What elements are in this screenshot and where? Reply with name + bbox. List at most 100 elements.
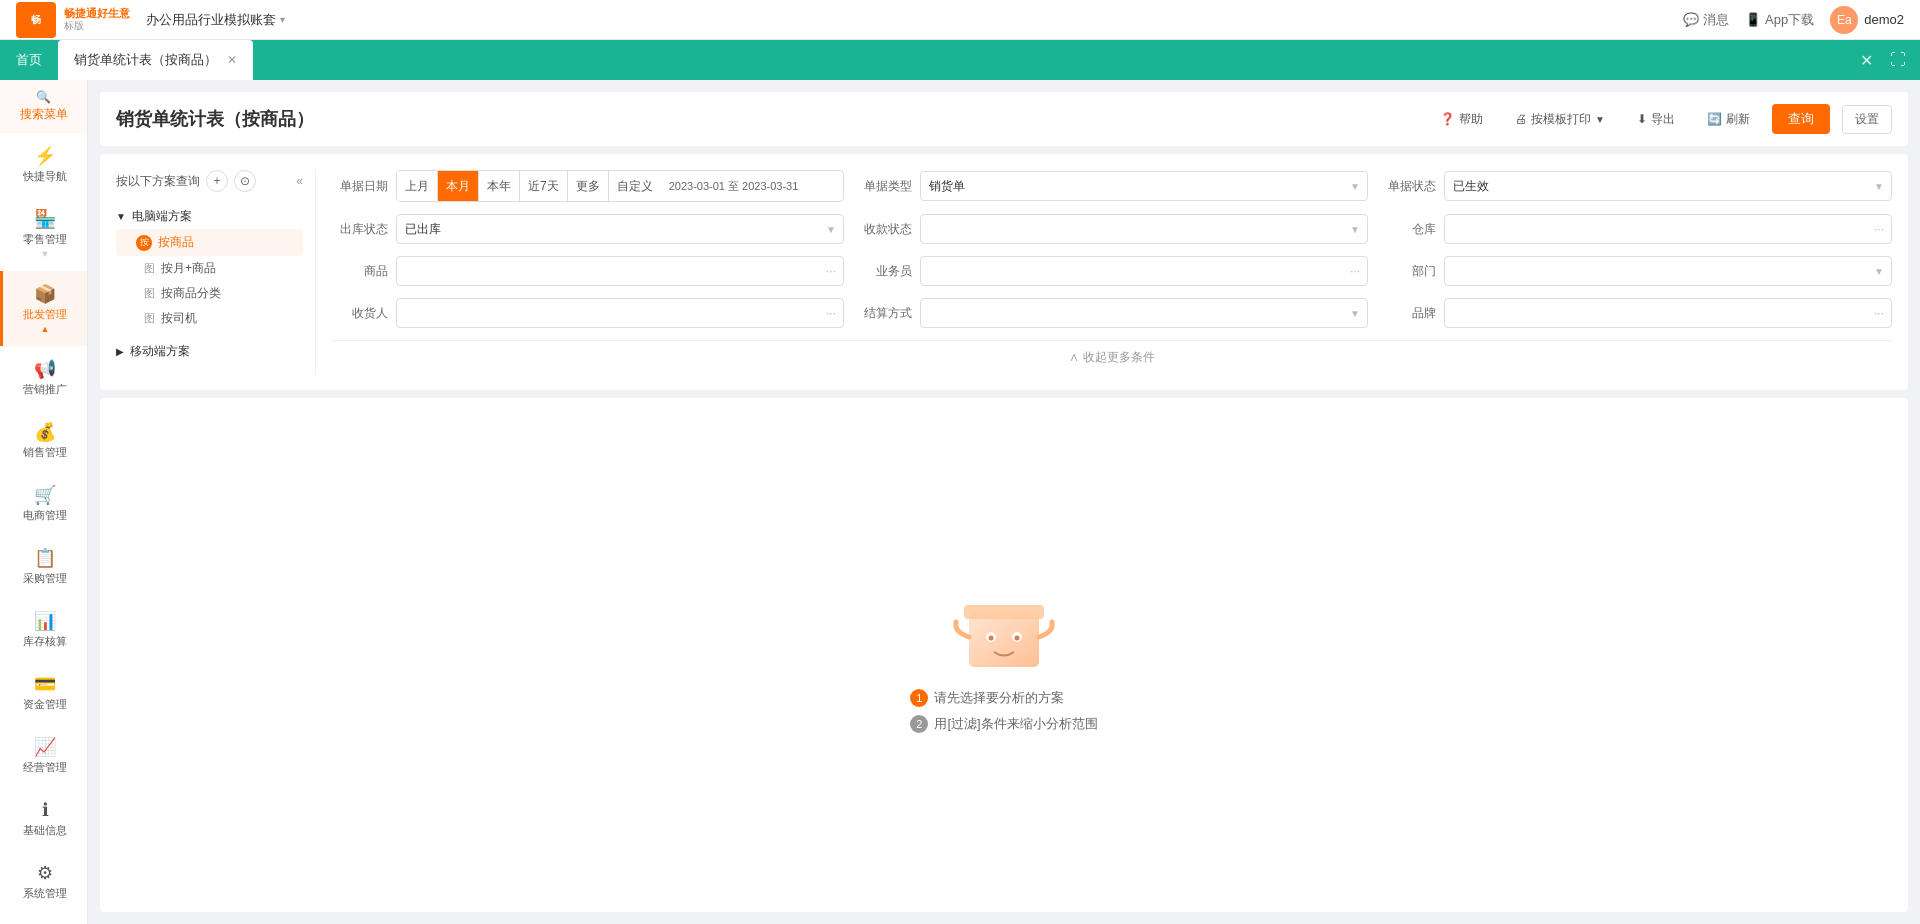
date-btn-this-month[interactable]: 本月: [438, 171, 479, 201]
scheme-sub-month-icon: 图: [144, 261, 155, 276]
salesperson-input[interactable]: [920, 256, 1368, 286]
brand-more-icon[interactable]: ···: [1874, 306, 1884, 320]
workspace-selector[interactable]: 办公用品行业模拟账套 ▾: [138, 7, 293, 33]
doc-status-select[interactable]: 已生效: [1444, 171, 1892, 201]
date-btn-last-month[interactable]: 上月: [397, 171, 438, 201]
doc-type-select[interactable]: 销货单: [920, 171, 1368, 201]
export-btn[interactable]: ⬇ 导出: [1627, 105, 1685, 134]
sidebar-item-operation[interactable]: 📈 经营管理: [0, 724, 87, 787]
recipient-wrap: ···: [396, 298, 844, 328]
message-label: 消息: [1703, 11, 1729, 29]
goods-input[interactable]: [396, 256, 844, 286]
sidebar-item-enterprise[interactable]: 🤝 企业协同: [0, 913, 87, 924]
scheme-group-pc-title[interactable]: ▼ 电脑端方案: [116, 204, 303, 229]
brand-info: 畅捷通好生意 标版: [64, 7, 130, 32]
template-print-btn[interactable]: 🖨 按模板打印 ▼: [1505, 105, 1615, 134]
scheme-group-mobile-title[interactable]: ▶ 移动端方案: [116, 339, 303, 364]
date-btn-this-year[interactable]: 本年: [479, 171, 520, 201]
scheme-add-btn[interactable]: +: [206, 170, 228, 192]
payment-status-label: 收款状态: [856, 221, 912, 238]
sidebar-item-finance[interactable]: 💳 资金管理: [0, 661, 87, 724]
date-btn-7days[interactable]: 近7天: [520, 171, 568, 201]
recipient-more-icon[interactable]: ···: [826, 306, 836, 320]
scheme-item-by-goods-category[interactable]: 图 按商品分类: [116, 281, 303, 306]
scheme-settings-btn[interactable]: ⊙: [234, 170, 256, 192]
goods-more-icon[interactable]: ···: [826, 264, 836, 278]
system-label: 系统管理: [23, 886, 67, 901]
out-status-select[interactable]: 已出库: [396, 214, 844, 244]
scheme-item-by-cashier-label: 按司机: [161, 310, 197, 327]
quick-nav-label: 快捷导航: [23, 169, 67, 184]
brand-input[interactable]: [1444, 298, 1892, 328]
filter-row-4: 收货人 ··· 结算方式: [332, 298, 1892, 328]
sidebar-search[interactable]: 🔍 搜索菜单: [0, 80, 87, 133]
sidebar-item-system[interactable]: ⚙ 系统管理: [0, 850, 87, 913]
sidebar-item-basic[interactable]: ℹ 基础信息: [0, 787, 87, 850]
date-btn-more[interactable]: 更多: [568, 171, 609, 201]
sidebar-item-purchase[interactable]: 📋 采购管理: [0, 535, 87, 598]
sidebar-item-ecommerce[interactable]: 🛒 电商管理: [0, 472, 87, 535]
out-status-label: 出库状态: [332, 221, 388, 238]
department-select[interactable]: [1444, 256, 1892, 286]
scheme-collapse-btn[interactable]: «: [296, 174, 303, 188]
header-left: 畅 畅捷通好生意 标版 办公用品行业模拟账套 ▾: [16, 2, 293, 38]
brand-subtitle: 标版: [64, 20, 130, 32]
empty-step-1: 1 请先选择要分析的方案: [910, 689, 1064, 707]
doc-type-label: 单据类型: [856, 178, 912, 195]
brand-wrap: ···: [1444, 298, 1892, 328]
date-btn-custom[interactable]: 自定义: [609, 171, 661, 201]
scheme-sub-cashier-icon: 图: [144, 311, 155, 326]
sidebar-item-quick-nav[interactable]: ⚡ 快捷导航: [0, 133, 87, 196]
tab-close-btn[interactable]: ✕: [227, 53, 237, 67]
tab-bar: 首页 销货单统计表（按商品） ✕ ✕ ⛶: [0, 40, 1920, 80]
recipient-input[interactable]: [396, 298, 844, 328]
sidebar-item-marketing[interactable]: 📢 营销推广: [0, 346, 87, 409]
tab-maximize-btn[interactable]: ⛶: [1884, 46, 1912, 74]
filter-layout: 按以下方案查询 + ⊙ «: [116, 170, 1892, 374]
warehouse-wrap: ···: [1444, 214, 1892, 244]
scheme-item-by-month-goods-label: 按月+商品: [161, 260, 216, 277]
sidebar-item-wholesale[interactable]: 📦 批发管理 ▲: [0, 271, 87, 346]
scheme-item-by-month-goods[interactable]: 图 按月+商品: [116, 256, 303, 281]
settings-btn[interactable]: 设置: [1842, 105, 1892, 134]
step-1-num: 1: [910, 689, 928, 707]
print-chevron-icon: ▼: [1595, 114, 1605, 125]
help-btn[interactable]: ❓ 帮助: [1430, 105, 1493, 134]
search-label: 搜索菜单: [20, 106, 68, 123]
payment-status-select[interactable]: [920, 214, 1368, 244]
filter-field-settlement: 结算方式 ▼: [856, 298, 1368, 328]
settlement-select[interactable]: [920, 298, 1368, 328]
tab-sales-stats[interactable]: 销货单统计表（按商品） ✕: [58, 40, 253, 80]
wholesale-label: 批发管理: [23, 307, 67, 322]
collapse-bar[interactable]: ∧ 收起更多条件: [332, 340, 1892, 374]
refresh-btn[interactable]: 🔄 刷新: [1697, 105, 1760, 134]
refresh-icon: 🔄: [1707, 112, 1722, 126]
scheme-sub-category-icon: 图: [144, 286, 155, 301]
scheme-item-by-goods[interactable]: 按 按商品: [116, 229, 303, 256]
brand-label: 品牌: [1380, 305, 1436, 322]
operation-label: 经营管理: [23, 760, 67, 775]
warehouse-more-icon[interactable]: ···: [1874, 222, 1884, 236]
avatar[interactable]: Ea: [1830, 6, 1858, 34]
tab-home[interactable]: 首页: [0, 40, 58, 80]
settlement-label: 结算方式: [856, 305, 912, 322]
workspace-name: 办公用品行业模拟账套: [146, 11, 276, 29]
search-icon: 🔍: [36, 90, 51, 104]
doc-type-wrap: 销货单 ▼: [920, 171, 1368, 201]
doc-status-label: 单据状态: [1380, 178, 1436, 195]
sidebar-item-inventory[interactable]: 📊 库存核算: [0, 598, 87, 661]
scheme-header-label: 按以下方案查询: [116, 173, 200, 190]
sidebar-item-sales[interactable]: 💰 销售管理: [0, 409, 87, 472]
retail-icon: 🏪: [34, 208, 56, 230]
message-action[interactable]: 💬 消息: [1683, 11, 1729, 29]
export-label: 导出: [1651, 111, 1675, 128]
doc-status-wrap: 已生效 ▼: [1444, 171, 1892, 201]
app-download-action[interactable]: 📱 App下载: [1745, 11, 1814, 29]
tab-close-all-btn[interactable]: ✕: [1852, 46, 1880, 74]
salesperson-more-icon[interactable]: ···: [1350, 264, 1360, 278]
scheme-item-by-cashier[interactable]: 图 按司机: [116, 306, 303, 331]
warehouse-input[interactable]: [1444, 214, 1892, 244]
sidebar-item-retail[interactable]: 🏪 零售管理 ▼: [0, 196, 87, 271]
query-btn[interactable]: 查询: [1772, 104, 1830, 134]
user-info[interactable]: Ea demo2: [1830, 6, 1904, 34]
